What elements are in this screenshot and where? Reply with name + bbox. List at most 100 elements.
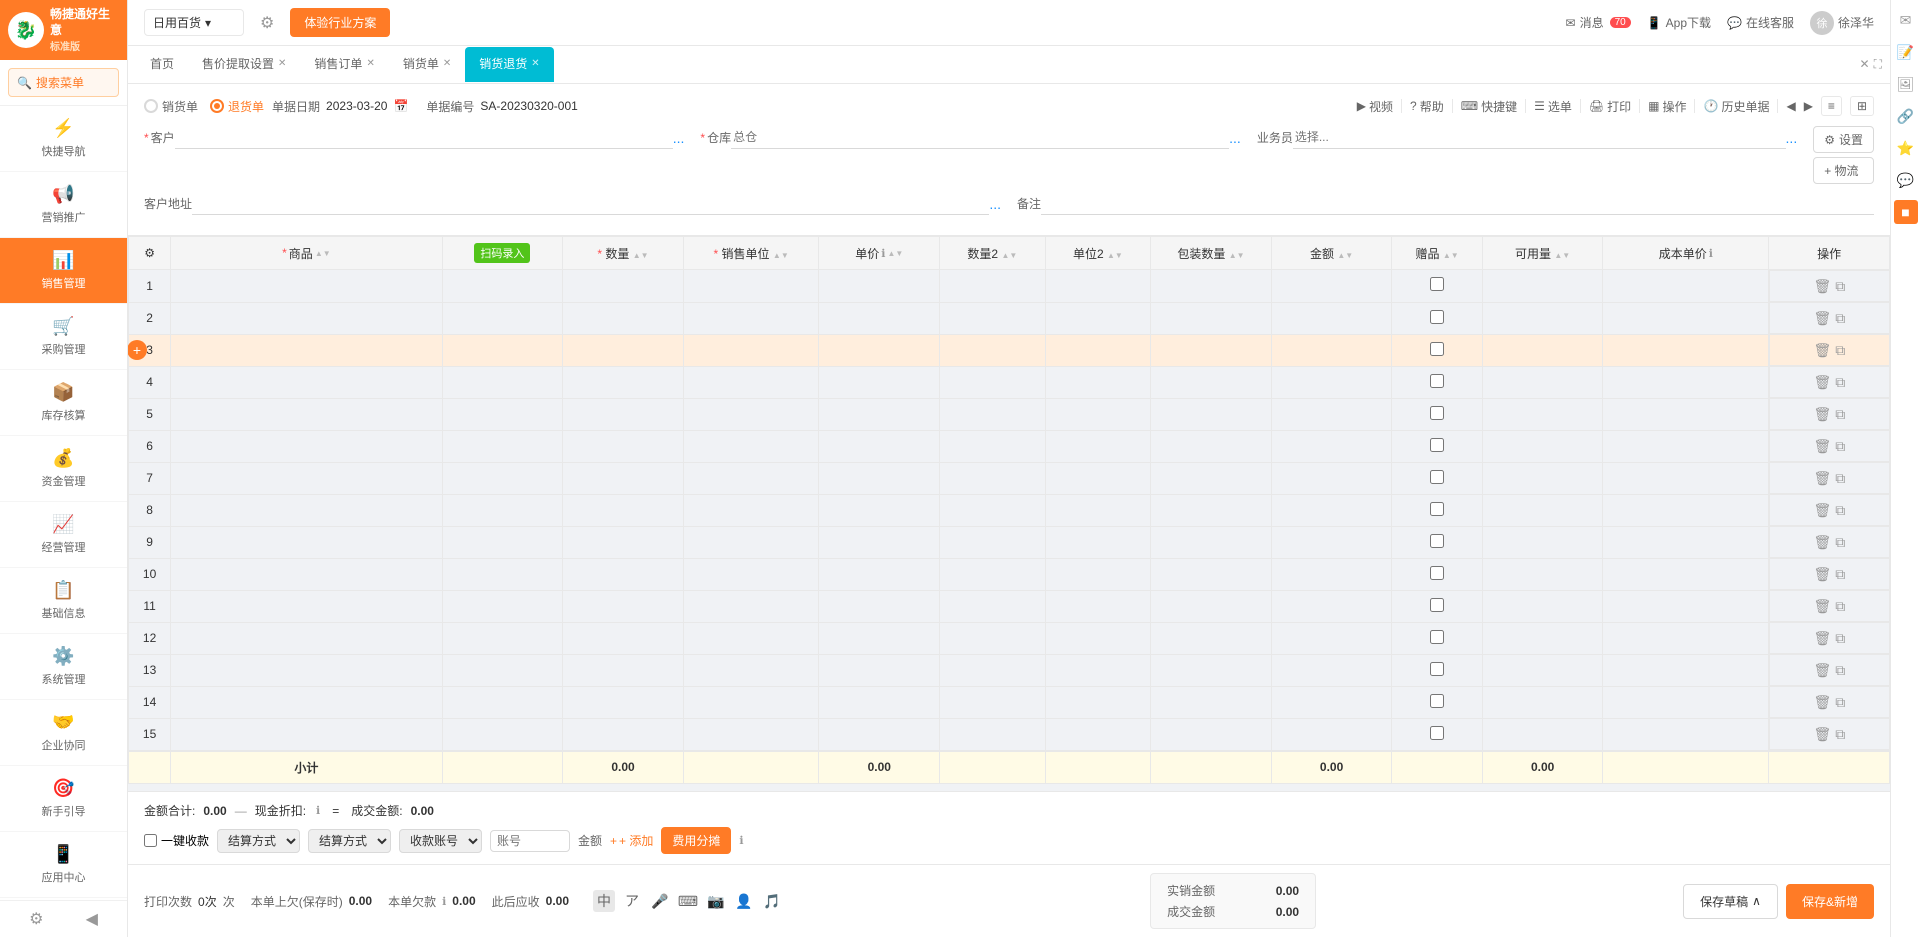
product-cell[interactable] bbox=[171, 270, 442, 303]
unit2-cell[interactable] bbox=[1045, 654, 1151, 686]
cost-price-cell[interactable] bbox=[1603, 462, 1769, 494]
gift-cell[interactable] bbox=[1392, 526, 1482, 558]
save-new-button[interactable]: 保存&新增 bbox=[1786, 884, 1874, 919]
sidebar-item-marketing[interactable]: 📢 营销推广 bbox=[0, 172, 127, 238]
taskbar-icon-mic[interactable]: 🎤 bbox=[649, 890, 671, 912]
quantity-cell[interactable] bbox=[563, 654, 684, 686]
unit2-cell[interactable] bbox=[1045, 526, 1151, 558]
right-panel-note-icon[interactable]: 📝 bbox=[1894, 40, 1918, 64]
sales-unit-cell[interactable] bbox=[683, 718, 819, 751]
message-btn[interactable]: ✉ 消息 70 bbox=[1566, 14, 1631, 31]
pack-qty-cell[interactable] bbox=[1151, 590, 1272, 622]
pack-qty-cell[interactable] bbox=[1151, 398, 1272, 430]
sales-unit-cell[interactable] bbox=[683, 590, 819, 622]
unit-sort[interactable]: ▲▼ bbox=[773, 251, 789, 260]
unit-price-cell[interactable] bbox=[819, 462, 940, 494]
sidebar-item-quick-nav[interactable]: ⚡ 快捷导航 bbox=[0, 106, 127, 172]
sales-unit-cell[interactable] bbox=[683, 398, 819, 430]
gift-cell[interactable] bbox=[1392, 302, 1482, 334]
unit-price-cell[interactable] bbox=[819, 302, 940, 334]
product-cell[interactable] bbox=[171, 462, 442, 494]
quantity-cell[interactable] bbox=[563, 494, 684, 526]
search-menu-button[interactable]: 🔍 搜索菜单 bbox=[8, 68, 119, 97]
next-record[interactable]: ▶ bbox=[1804, 99, 1813, 113]
sidebar-item-operations[interactable]: 📈 经营管理 bbox=[0, 502, 127, 568]
gift-checkbox[interactable] bbox=[1430, 438, 1444, 452]
unit-price-cell[interactable] bbox=[819, 366, 940, 398]
unit-price-cell[interactable] bbox=[819, 718, 940, 751]
scan-cell[interactable] bbox=[442, 366, 563, 398]
product-cell[interactable] bbox=[171, 590, 442, 622]
scan-cell[interactable] bbox=[442, 590, 563, 622]
pack-qty-cell[interactable] bbox=[1151, 686, 1272, 718]
delete-row-icon[interactable]: 🗑 bbox=[1814, 566, 1832, 583]
sales-unit-cell[interactable] bbox=[683, 686, 819, 718]
scan-cell[interactable] bbox=[442, 462, 563, 494]
qty-sort[interactable]: ▲▼ bbox=[633, 251, 649, 260]
video-action[interactable]: ▶ 视频 bbox=[1357, 98, 1393, 115]
pack-qty-cell[interactable] bbox=[1151, 622, 1272, 654]
experience-btn[interactable]: 体验行业方案 bbox=[290, 8, 390, 37]
gift-cell[interactable] bbox=[1392, 334, 1482, 366]
scan-cell[interactable] bbox=[442, 334, 563, 366]
grid-view-btn[interactable]: ⊞ bbox=[1850, 96, 1874, 116]
product-cell[interactable] bbox=[171, 686, 442, 718]
pack-qty-cell[interactable] bbox=[1151, 334, 1272, 366]
gift-sort[interactable]: ▲▼ bbox=[1443, 251, 1459, 260]
prev-record[interactable]: ◀ bbox=[1786, 99, 1795, 113]
unit-price-cell[interactable] bbox=[819, 654, 940, 686]
cost-price-cell[interactable] bbox=[1603, 654, 1769, 686]
gift-cell[interactable] bbox=[1392, 366, 1482, 398]
sales-unit-cell[interactable] bbox=[683, 366, 819, 398]
gift-cell[interactable] bbox=[1392, 718, 1482, 751]
unit-price-cell[interactable] bbox=[819, 526, 940, 558]
product-cell[interactable] bbox=[171, 430, 442, 462]
pack-qty-cell[interactable] bbox=[1151, 558, 1272, 590]
packqty-sort[interactable]: ▲▼ bbox=[1229, 251, 1245, 260]
delete-row-icon[interactable]: 🗑 bbox=[1814, 374, 1832, 391]
unit-price-cell[interactable] bbox=[819, 558, 940, 590]
delete-row-icon[interactable]: 🗑 bbox=[1814, 598, 1832, 615]
copy-row-icon[interactable]: ⧉ bbox=[1835, 694, 1845, 711]
collapse-icon[interactable]: ◀ bbox=[86, 909, 98, 929]
sidebar-item-cooperation[interactable]: 🤝 企业协同 bbox=[0, 700, 127, 766]
taskbar-icon-jp[interactable]: ア bbox=[621, 890, 643, 912]
unit-price-cell[interactable] bbox=[819, 590, 940, 622]
available-cell[interactable] bbox=[1482, 718, 1603, 751]
qty2-sort[interactable]: ▲▼ bbox=[1001, 251, 1017, 260]
taskbar-icon-music[interactable]: 🎵 bbox=[761, 890, 783, 912]
sales-unit-cell[interactable] bbox=[683, 430, 819, 462]
copy-row-icon[interactable]: ⧉ bbox=[1835, 598, 1845, 615]
pack-qty-cell[interactable] bbox=[1151, 430, 1272, 462]
settings-gear-icon[interactable]: ⚙ bbox=[260, 13, 274, 33]
right-panel-star-icon[interactable]: ⭐ bbox=[1894, 136, 1918, 160]
quantity-cell[interactable] bbox=[563, 270, 684, 303]
scan-cell[interactable] bbox=[442, 622, 563, 654]
taskbar-icon-user[interactable]: 👤 bbox=[733, 890, 755, 912]
taskbar-icon-cn[interactable]: 中 bbox=[593, 890, 615, 912]
address-select-btn[interactable]: ... bbox=[989, 196, 1001, 212]
sales-unit-cell[interactable] bbox=[683, 622, 819, 654]
available-cell[interactable] bbox=[1482, 558, 1603, 590]
product-cell[interactable] bbox=[171, 302, 442, 334]
amount-cell[interactable] bbox=[1271, 686, 1392, 718]
customer-input[interactable] bbox=[175, 126, 673, 149]
gift-cell[interactable] bbox=[1392, 494, 1482, 526]
quantity-cell[interactable] bbox=[563, 334, 684, 366]
settings-btn[interactable]: ⚙ 设置 bbox=[1813, 126, 1874, 153]
print-action[interactable]: 🖨 打印 bbox=[1589, 98, 1631, 115]
gift-checkbox[interactable] bbox=[1430, 694, 1444, 708]
discount-info-icon[interactable]: ℹ bbox=[316, 804, 320, 817]
quantity-cell[interactable] bbox=[563, 590, 684, 622]
address-input[interactable] bbox=[192, 192, 989, 215]
available-cell[interactable] bbox=[1482, 654, 1603, 686]
unit2-cell[interactable] bbox=[1045, 686, 1151, 718]
quantity2-cell[interactable] bbox=[940, 590, 1046, 622]
cost-price-cell[interactable] bbox=[1603, 494, 1769, 526]
delete-row-icon[interactable]: 🗑 bbox=[1814, 502, 1832, 519]
delete-row-icon[interactable]: 🗑 bbox=[1814, 278, 1832, 295]
tab-home[interactable]: 首页 bbox=[136, 47, 188, 82]
copy-row-icon[interactable]: ⧉ bbox=[1835, 662, 1845, 679]
save-draft-button[interactable]: 保存草稿 ∧ bbox=[1683, 884, 1778, 919]
quantity-cell[interactable] bbox=[563, 558, 684, 590]
